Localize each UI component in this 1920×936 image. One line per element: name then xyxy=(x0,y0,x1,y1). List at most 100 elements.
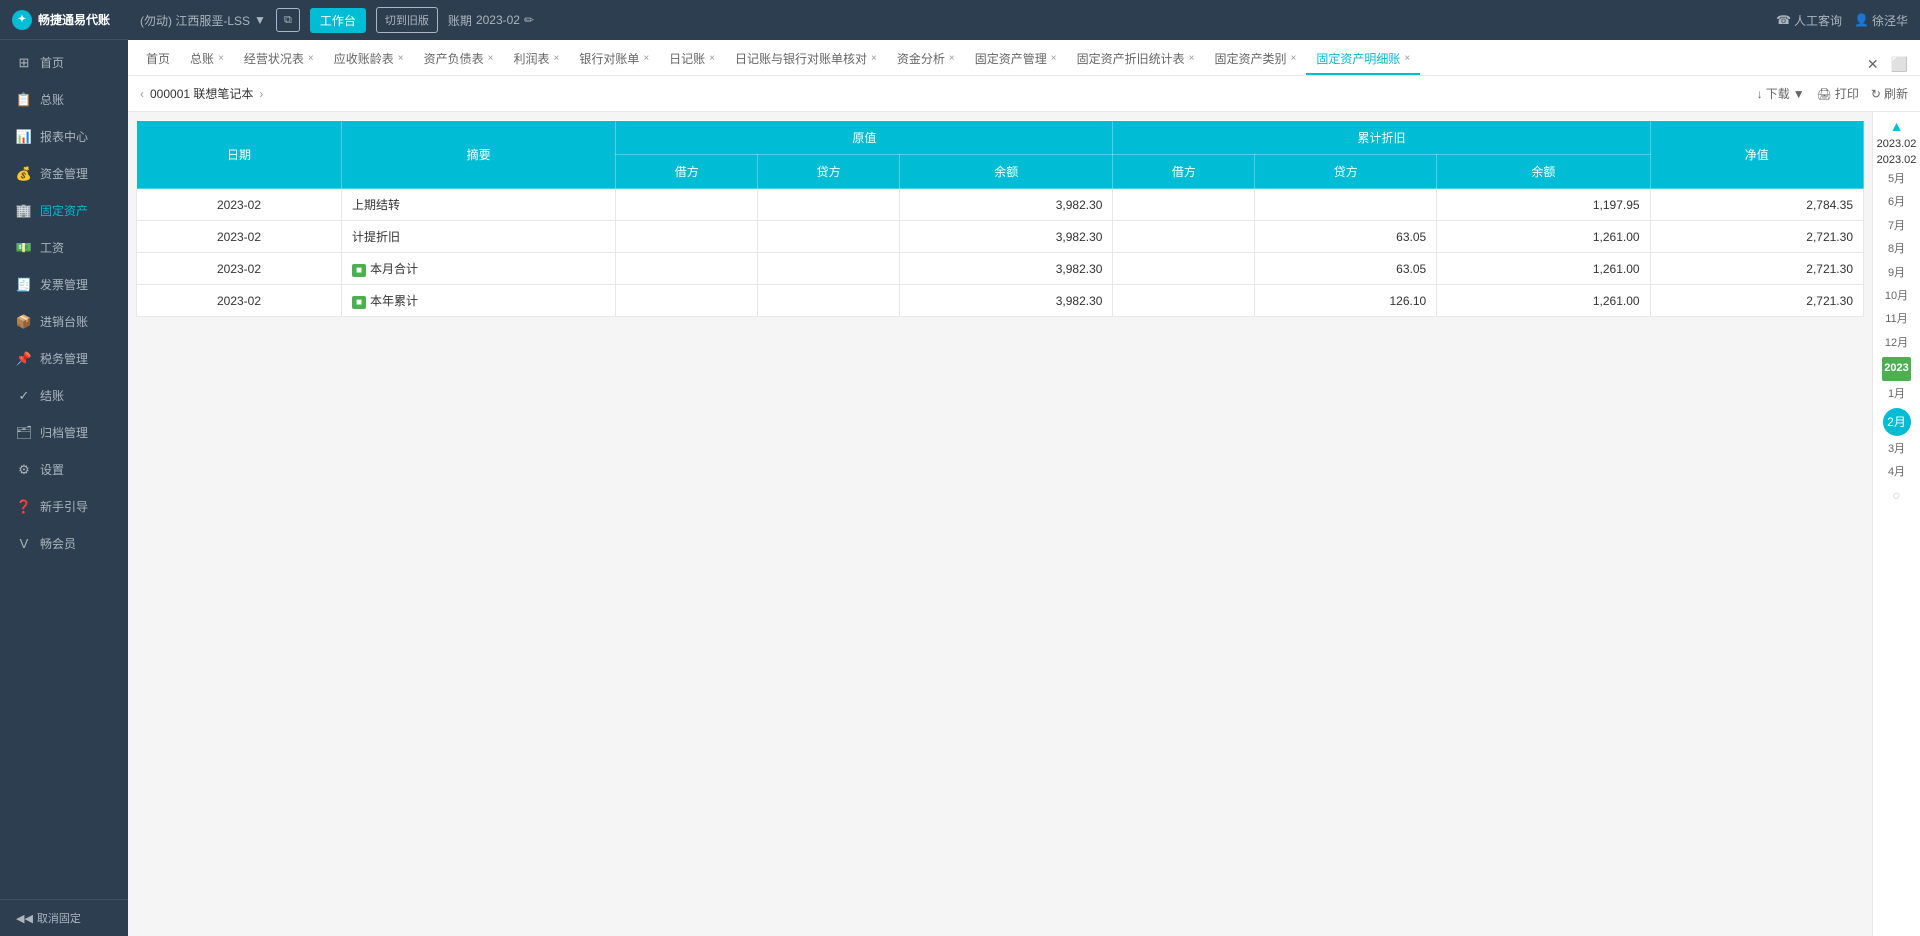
col-orig-credit-header: 贷方 xyxy=(758,155,900,189)
right-panel-month-4[interactable]: 9月 xyxy=(1883,262,1910,285)
sidebar-label-4: 固定资产 xyxy=(40,202,88,219)
content-area: 日期 摘要 原值 累计折旧 净值 借方 贷方 余额 借方 贷方 余额 xyxy=(128,112,1920,936)
breadcrumb-forward[interactable]: › xyxy=(259,87,263,101)
period-edit-icon[interactable]: ✏ xyxy=(524,13,534,27)
tab-close-13[interactable]: × xyxy=(1404,53,1410,64)
right-panel-year: 2023 xyxy=(1878,355,1914,382)
sidebar-item-新手引导[interactable]: ❓ 新手引导 xyxy=(0,488,128,525)
sidebar-item-畅会员[interactable]: V 畅会员 xyxy=(0,525,128,562)
row-net-value-1: 2,721.30 xyxy=(1650,221,1863,253)
sidebar-item-归档管理[interactable]: 🗂 归档管理 xyxy=(0,414,128,451)
table-row-3: 2023-02 ■本年累计 3,982.30 126.10 1,261.00 2… xyxy=(137,285,1864,317)
sidebar-item-报表中心[interactable]: 📊 报表中心 xyxy=(0,118,128,155)
tab-9[interactable]: 资金分析× xyxy=(887,44,965,75)
table-row-1: 2023-02 计提折旧 3,982.30 63.05 1,261.00 2,7… xyxy=(137,221,1864,253)
tab-11[interactable]: 固定资产折旧统计表 × xyxy=(1067,44,1205,75)
tab-10[interactable]: 固定资产管理× xyxy=(965,44,1067,75)
right-panel-month-0[interactable]: 5月 xyxy=(1883,168,1910,191)
right-panel-month2-2[interactable]: 3月 xyxy=(1883,438,1911,461)
tab-close-12[interactable]: × xyxy=(1290,53,1296,64)
sidebar-icon-0: ⊞ xyxy=(16,55,32,71)
tab-close-4[interactable]: × xyxy=(488,53,494,64)
tab-close-9[interactable]: × xyxy=(949,53,955,64)
user-menu[interactable]: 👤 徐泾华 xyxy=(1854,12,1908,29)
tab-close-6[interactable]: × xyxy=(643,53,649,64)
col-accum-balance-header: 余额 xyxy=(1437,155,1650,189)
sidebar-item-进销台账[interactable]: 📦 进销台账 xyxy=(0,303,128,340)
print-button[interactable]: 🖨 打印 xyxy=(1817,85,1859,102)
right-panel-year-badge[interactable]: 2023 xyxy=(1882,357,1910,380)
scroll-down-button[interactable]: ○ xyxy=(1890,485,1902,505)
tab-close-3[interactable]: × xyxy=(398,53,404,64)
sidebar-item-资金管理[interactable]: 💰 资金管理 xyxy=(0,155,128,192)
period-top2[interactable]: 2023.02 xyxy=(1875,152,1919,168)
sidebar-label-10: 归档管理 xyxy=(40,424,88,441)
tab-close-10[interactable]: × xyxy=(1051,53,1057,64)
copy-button[interactable]: ⧉ xyxy=(276,8,300,32)
right-panel-month2-0[interactable]: 1月 xyxy=(1883,383,1911,406)
row-orig-credit-0 xyxy=(758,189,900,221)
tab-label-8: 日记账与银行对账单核对 xyxy=(735,50,867,67)
sidebar-item-发票管理[interactable]: 🧾 发票管理 xyxy=(0,266,128,303)
sidebar-item-结账[interactable]: ✓ 结账 xyxy=(0,377,128,414)
tab-close-1[interactable]: × xyxy=(218,53,224,64)
tab-6[interactable]: 银行对账单× xyxy=(569,44,659,75)
tab-close-8[interactable]: × xyxy=(871,53,877,64)
sidebar-item-首页[interactable]: ⊞ 首页 xyxy=(0,44,128,81)
tab-0[interactable]: 首页 xyxy=(136,44,180,75)
tab-close-2[interactable]: × xyxy=(308,53,314,64)
refresh-button[interactable]: ↻ 刷新 xyxy=(1871,85,1908,102)
sidebar-item-设置[interactable]: ⚙ 设置 xyxy=(0,451,128,488)
tab-13[interactable]: 固定资产明细账× xyxy=(1306,44,1420,75)
maximize-button[interactable]: ⬜ xyxy=(1887,54,1912,75)
tab-label-11: 固定资产折旧统计表 xyxy=(1077,50,1185,67)
right-panel-month-2[interactable]: 7月 xyxy=(1883,215,1910,238)
period-top1[interactable]: 2023.02 xyxy=(1875,136,1919,152)
tab-7[interactable]: 日记账 × xyxy=(659,44,725,75)
user-avatar-icon: 👤 xyxy=(1854,13,1869,27)
workbench-button[interactable]: 工作台 xyxy=(310,8,366,33)
sidebar-item-税务管理[interactable]: 📌 税务管理 xyxy=(0,340,128,377)
breadcrumb-back[interactable]: ‹ xyxy=(140,87,144,101)
tab-8[interactable]: 日记账与银行对账单核对 × xyxy=(725,44,887,75)
sidebar-bottom[interactable]: ◀◀ 取消固定 xyxy=(0,899,128,936)
tab-close-11[interactable]: × xyxy=(1189,53,1195,64)
row-badge-2: ■ xyxy=(352,264,366,277)
tab-2[interactable]: 经营状况表× xyxy=(234,44,324,75)
right-panel-month-6[interactable]: 11月 xyxy=(1883,308,1910,331)
row-date-1: 2023-02 xyxy=(137,221,342,253)
row-orig-balance-2: 3,982.30 xyxy=(900,253,1113,285)
service-button[interactable]: ☎ 人工客询 xyxy=(1776,12,1842,29)
sidebar-label-5: 工资 xyxy=(40,239,64,256)
sidebar-item-总账[interactable]: 📋 总账 xyxy=(0,81,128,118)
right-panel-month-5[interactable]: 10月 xyxy=(1883,285,1910,308)
right-panel-months2: 1月2月3月4月 xyxy=(1883,383,1911,485)
sidebar-label-3: 资金管理 xyxy=(40,165,88,182)
company-selector[interactable]: (勿动) 江西服垩-LSS ▼ xyxy=(140,12,266,29)
tab-3[interactable]: 应收账龄表× xyxy=(324,44,414,75)
tab-label-7: 日记账 xyxy=(669,50,705,67)
right-panel-month2-1[interactable]: 2月 xyxy=(1883,408,1911,436)
sidebar-item-工资[interactable]: 💵 工资 xyxy=(0,229,128,266)
scroll-up-button[interactable]: ▲ xyxy=(1888,116,1906,136)
tab-close-5[interactable]: × xyxy=(553,53,559,64)
row-orig-credit-1 xyxy=(758,221,900,253)
right-panel-month-3[interactable]: 8月 xyxy=(1883,238,1910,261)
period-display: 账期 2023-02 ✏ xyxy=(448,12,534,29)
right-panel-month2-3[interactable]: 4月 xyxy=(1883,461,1911,484)
tab-5[interactable]: 利润表× xyxy=(503,44,569,75)
right-panel-month-1[interactable]: 6月 xyxy=(1883,191,1910,214)
close-all-button[interactable]: ✕ xyxy=(1863,54,1883,75)
sidebar-item-固定资产[interactable]: 🏢 固定资产 xyxy=(0,192,128,229)
row-orig-debit-2 xyxy=(616,253,758,285)
tab-close-7[interactable]: × xyxy=(709,53,715,64)
tab-12[interactable]: 固定资产类别× xyxy=(1204,44,1306,75)
tab-1[interactable]: 总账× xyxy=(180,44,234,75)
tab-4[interactable]: 资产负债表× xyxy=(414,44,504,75)
logo-text: 畅捷通易代账 xyxy=(38,11,110,28)
switch-button[interactable]: 切到旧版 xyxy=(376,7,438,33)
sidebar-icon-12: ❓ xyxy=(16,499,32,515)
download-button[interactable]: ↓ 下载 ▼ xyxy=(1757,85,1805,102)
right-panel-month-7[interactable]: 12月 xyxy=(1883,332,1910,355)
row-accum-credit-0 xyxy=(1255,189,1437,221)
